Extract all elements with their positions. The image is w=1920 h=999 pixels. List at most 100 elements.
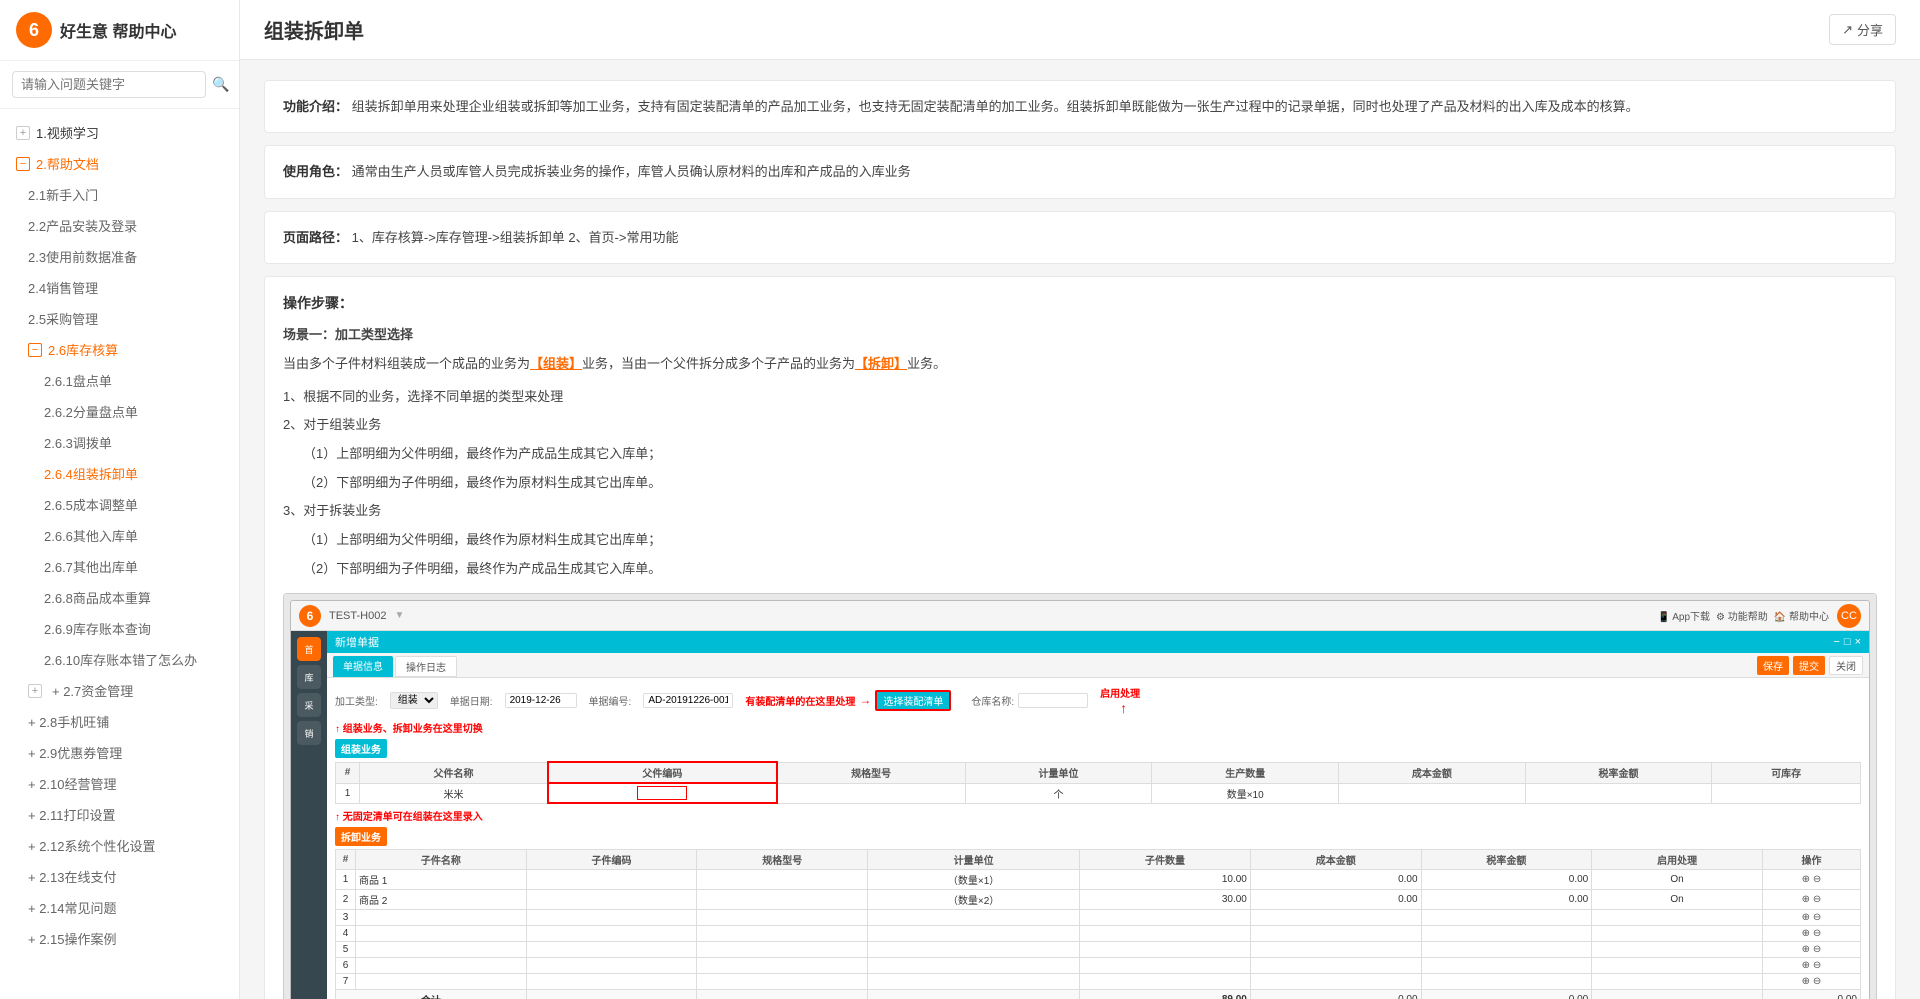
sidebar-item-inventory[interactable]: − 2.6库存核算 <box>0 334 239 365</box>
sidebar-item-coupon[interactable]: + 2.9优惠券管理 <box>0 737 239 768</box>
assembly-step2: （2）下部明细为子件明细，最终作为原材料生成其它出库单。 <box>283 471 1877 496</box>
mock-table-row-bot-3: 3 <box>336 910 1861 926</box>
mock-table-total-row: 合计 89.00 0.00 0.00 <box>336 990 1861 999</box>
sidebar-item-sales[interactable]: 2.4销售管理 <box>0 272 239 303</box>
annotation2-text: ↑ 组装业务、拆卸业务在这里切换 <box>335 720 483 735</box>
path-text: 1、库存核算->库存管理->组装拆卸单 2、首页->常用功能 <box>352 230 679 245</box>
sidebar-item-transfer[interactable]: 2.6.3调拨单 <box>0 427 239 458</box>
sidebar-item-install[interactable]: 2.2产品安装及登录 <box>0 210 239 241</box>
sidebar-item-purchase[interactable]: 2.5采购管理 <box>0 303 239 334</box>
sidebar-item-faq[interactable]: + 2.14常见问题 <box>0 892 239 923</box>
collapse-icon: − <box>16 157 30 171</box>
assembly-step1: （1）上部明细为父件明细，最终作为产成品生成其它入库单； <box>283 442 1877 467</box>
mock-table-row-bot-7: 7 <box>336 974 1861 990</box>
sidebar-item-stock-book[interactable]: 2.6.9库存账本查询 <box>0 613 239 644</box>
sidebar-item-cases[interactable]: + 2.15操作案例 <box>0 923 239 954</box>
mock-body: 首 库 采 销 新增单据 − <box>291 631 1869 999</box>
mock-top-section-label: 组装业务 <box>335 739 387 758</box>
scene1-title: 场景一：加工类型选择 <box>283 323 1877 348</box>
share-button[interactable]: ↗ 分享 <box>1829 14 1896 45</box>
sidebar-item-operations[interactable]: + 2.10经营管理 <box>0 768 239 799</box>
mock-top-table: # 父件名称 父件编码 规格型号 计量单位 生产数量 成本金额 <box>335 761 1861 804</box>
mock-topbar-id: TEST-H002 <box>329 610 386 622</box>
mock-doc-no-input[interactable] <box>643 693 733 708</box>
mock-select-bom-btn[interactable]: 选择装配清单 <box>875 690 951 711</box>
nav-tree: + 1.视频学习 − 2.帮助文档 2.1新手入门 2.2产品安装及登录 2.3… <box>0 109 239 962</box>
collapse-icon-inventory: − <box>28 343 42 357</box>
sidebar-item-partial-stocktake[interactable]: 2.6.2分量盘点单 <box>0 396 239 427</box>
intro-block: 功能介绍： 组装拆卸单用来处理企业组装或拆卸等加工业务，支持有固定装配清单的产品… <box>264 80 1896 133</box>
mock-process-type-select[interactable]: 组装 拆卸 <box>390 692 438 709</box>
steps-title: 操作步骤： <box>283 293 1877 313</box>
intro-label: 功能介绍： <box>283 99 348 114</box>
page-title: 组装拆卸单 <box>264 15 364 44</box>
sidebar-item-print[interactable]: + 2.11打印设置 <box>0 799 239 830</box>
mock-bottom-table: # 子件名称 子件编码 规格型号 计量单位 子件数量 成本金额 <box>335 849 1861 999</box>
path-block: 页面路径： 1、库存核算->库存管理->组装拆卸单 2、首页->常用功能 <box>264 211 1896 264</box>
sidebar-item-finance[interactable]: + + 2.7资金管理 <box>0 675 239 706</box>
mock-main-area: 新增单据 − □ × 单据信息 <box>327 631 1869 999</box>
sidebar-header: 6 好生意 帮助中心 <box>0 0 239 61</box>
mock-close-btn[interactable]: 关闭 <box>1829 656 1863 675</box>
sidebar: 6 好生意 帮助中心 🔍 + 1.视频学习 − 2.帮助文档 2.1新手入门 2… <box>0 0 240 999</box>
mock-tabs: 单据信息 操作日志 保存 提交 关闭 <box>327 653 1869 678</box>
sidebar-item-other-out[interactable]: 2.6.7其他出库单 <box>0 551 239 582</box>
sidebar-item-online-pay[interactable]: + 2.13在线支付 <box>0 861 239 892</box>
mock-date-input[interactable] <box>505 693 577 708</box>
disassembly-step2: （2）下部明细为子件明细，最终作为产成品生成其它入库单。 <box>283 557 1877 582</box>
content-area: 功能介绍： 组装拆卸单用来处理企业组装或拆卸等加工业务，支持有固定装配清单的产品… <box>240 60 1920 999</box>
main-header: 组装拆卸单 ↗ 分享 <box>240 0 1920 60</box>
search-box: 🔍 <box>0 61 239 109</box>
sidebar-item-data-prep[interactable]: 2.3使用前数据准备 <box>0 241 239 272</box>
search-input[interactable] <box>12 71 206 98</box>
mock-tab-info[interactable]: 单据信息 <box>333 656 393 677</box>
sidebar-item-other-in[interactable]: 2.6.6其他入库单 <box>0 520 239 551</box>
mock-window: 6 TEST-H002 ▼ 📱 App下载 ⚙ 功能帮助 🏠 帮助中心 CC <box>290 600 1870 999</box>
share-icon: ↗ <box>1842 22 1853 38</box>
steps-content: 场景一：加工类型选择 当由多个子件材料组装成一个成品的业务为【组装】业务，当由一… <box>283 323 1877 581</box>
role-label: 使用角色： <box>283 164 348 179</box>
expand-finance: + <box>28 684 42 698</box>
steps-section: 操作步骤： 场景一：加工类型选择 当由多个子件材料组装成一个成品的业务为【组装】… <box>264 276 1896 999</box>
role-text: 通常由生产人员或库管人员完成拆装业务的操作，库管人员确认原材料的出库和产成品的入… <box>352 164 911 179</box>
screenshot-wrapper: 6 TEST-H002 ▼ 📱 App下载 ⚙ 功能帮助 🏠 帮助中心 CC <box>283 593 1877 999</box>
search-button[interactable]: 🔍 <box>212 76 229 93</box>
sidebar-item-help[interactable]: − 2.帮助文档 <box>0 148 239 179</box>
step3: 3、对于拆装业务 <box>283 499 1877 524</box>
mock-window-title: 新增单据 − □ × <box>327 631 1869 653</box>
mock-form-row1: 加工类型: 组装 拆卸 单据日期: 单据编号: <box>335 684 1861 716</box>
annotation4-text: ↑ 无固定清单可在组装在这里录入 <box>335 808 1861 823</box>
mock-logo: 6 <box>299 605 321 627</box>
mock-code-input[interactable] <box>637 786 687 800</box>
mock-tab-log[interactable]: 操作日志 <box>395 656 457 677</box>
sidebar-item-cost-recalc[interactable]: 2.6.8商品成本重算 <box>0 582 239 613</box>
mock-submit-btn[interactable]: 提交 <box>1793 656 1825 675</box>
sidebar-item-assembly[interactable]: 2.6.4组装拆卸单 <box>0 458 239 489</box>
intro-text: 组装拆卸单用来处理企业组装或拆卸等加工业务，支持有固定装配清单的产品加工业务，也… <box>352 99 1639 114</box>
sidebar-item-stocktake[interactable]: 2.6.1盘点单 <box>0 365 239 396</box>
annotation3-text: 启用处理 <box>1100 689 1140 700</box>
logo-icon: 6 <box>16 12 52 48</box>
annotation1-text: 有装配清单的在这里处理 <box>745 693 855 708</box>
mock-left-nav: 首 库 采 销 <box>291 631 327 999</box>
mock-table-row-bot-6: 6 <box>336 958 1861 974</box>
role-block: 使用角色： 通常由生产人员或库管人员完成拆装业务的操作，库管人员确认原材料的出库… <box>264 145 1896 198</box>
expand-icon: + <box>16 126 30 140</box>
sidebar-item-mobile[interactable]: + 2.8手机旺铺 <box>0 706 239 737</box>
mock-table-row-bot-4: 4 <box>336 926 1861 942</box>
sidebar-item-newbie[interactable]: 2.1新手入门 <box>0 179 239 210</box>
mock-save-btn[interactable]: 保存 <box>1757 656 1789 675</box>
scene1-desc: 当由多个子件材料组装成一个成品的业务为【组装】业务，当由一个父件拆分成多个子产品… <box>283 352 1877 377</box>
mock-warehouse-input[interactable] <box>1018 693 1088 708</box>
mock-nav-bar: 6 TEST-H002 ▼ 📱 App下载 ⚙ 功能帮助 🏠 帮助中心 CC <box>291 601 1869 631</box>
sidebar-item-customize[interactable]: + 2.12系统个性化设置 <box>0 830 239 861</box>
step1: 1、根据不同的业务，选择不同单据的类型来处理 <box>283 385 1877 410</box>
disassembly-step1: （1）上部明细为父件明细，最终作为原材料生成其它出库单； <box>283 528 1877 553</box>
mock-table-row-bot-1: 1 商品 1 （数量×1） 10.00 0.00 0.00 <box>336 870 1861 890</box>
path-label: 页面路径： <box>283 230 348 245</box>
mock-table-row-bot-2: 2 商品 2 （数量×2） 30.00 0.00 0.00 <box>336 890 1861 910</box>
sidebar-item-video[interactable]: + 1.视频学习 <box>0 117 239 148</box>
sidebar-item-cost-adj[interactable]: 2.6.5成本调整单 <box>0 489 239 520</box>
logo-text: 好生意 帮助中心 <box>60 18 176 42</box>
sidebar-item-stock-book-error[interactable]: 2.6.10库存账本错了怎么办 <box>0 644 239 675</box>
